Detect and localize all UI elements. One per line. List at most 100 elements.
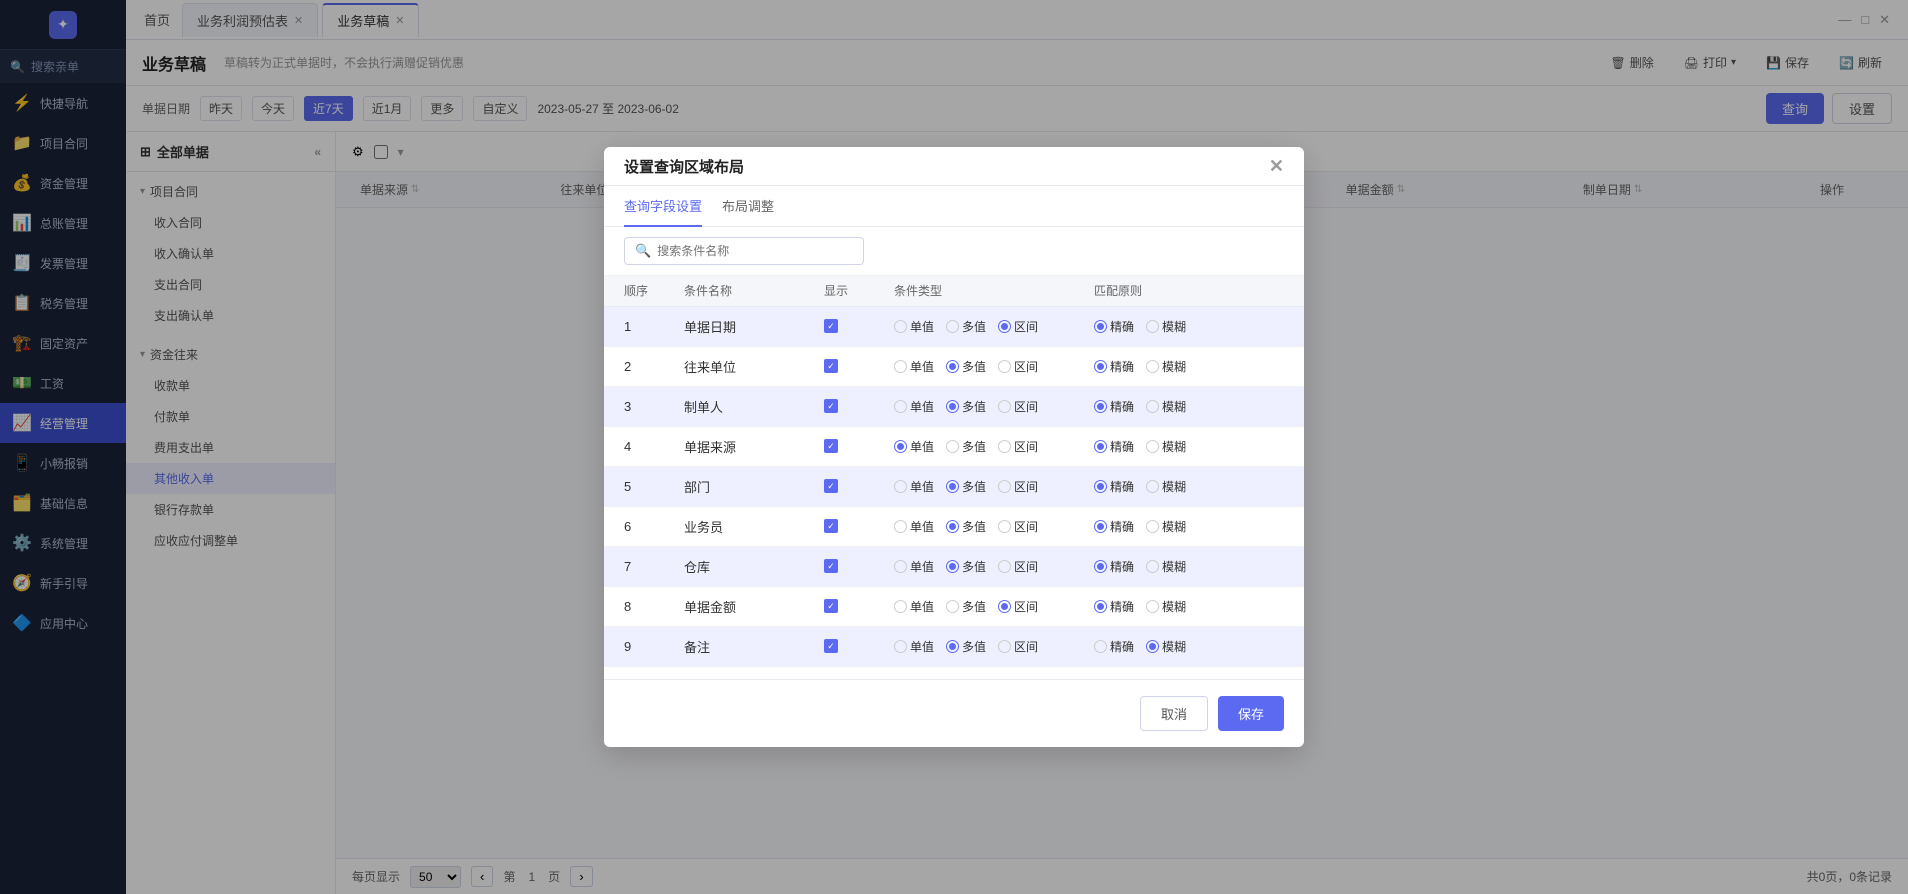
radio-exact-4[interactable]: 精确 xyxy=(1094,438,1134,455)
radio-range-4[interactable]: 区间 xyxy=(998,438,1038,455)
row-show[interactable]: ✓ xyxy=(824,439,894,453)
radio-fuzzy-circle-3 xyxy=(1146,400,1159,413)
row-show[interactable]: ✓ xyxy=(824,479,894,493)
radio-exact-8[interactable]: 精确 xyxy=(1094,598,1134,615)
radio-range-8[interactable]: 区间 xyxy=(998,598,1038,615)
radio-single-circle-6 xyxy=(894,520,907,533)
radio-fuzzy-9[interactable]: 模糊 xyxy=(1146,638,1186,655)
radio-multi-6[interactable]: 多值 xyxy=(946,518,986,535)
show-checkbox-6[interactable]: ✓ xyxy=(824,519,838,533)
modal-overlay: 设置查询区域布局 ✕ 查询字段设置 布局调整 🔍 顺序 条件名称 xyxy=(0,0,1908,894)
radio-fuzzy-circle-8 xyxy=(1146,600,1159,613)
dialog-close-button[interactable]: ✕ xyxy=(1269,156,1284,177)
radio-range-7[interactable]: 区间 xyxy=(998,558,1038,575)
radio-multi-1[interactable]: 多值 xyxy=(946,318,986,335)
radio-single-5[interactable]: 单值 xyxy=(894,478,934,495)
radio-range-6[interactable]: 区间 xyxy=(998,518,1038,535)
radio-range-1[interactable]: 区间 xyxy=(998,318,1038,335)
row-name: 单据来源 xyxy=(684,437,824,456)
radio-exact-7[interactable]: 精确 xyxy=(1094,558,1134,575)
dialog-search-area: 🔍 xyxy=(604,227,1304,276)
radio-range-circle-5 xyxy=(998,480,1011,493)
radio-fuzzy-7[interactable]: 模糊 xyxy=(1146,558,1186,575)
radio-fuzzy-6[interactable]: 模糊 xyxy=(1146,518,1186,535)
row-type: 单值 多值 区间 xyxy=(894,318,1094,335)
show-checkbox-5[interactable]: ✓ xyxy=(824,479,838,493)
table-row: 10 单据编号 单值 多值 xyxy=(604,667,1304,679)
radio-exact-3[interactable]: 精确 xyxy=(1094,398,1134,415)
radio-single-7[interactable]: 单值 xyxy=(894,558,934,575)
radio-fuzzy-5[interactable]: 模糊 xyxy=(1146,478,1186,495)
row-match: 精确 模糊 xyxy=(1094,598,1294,615)
radio-fuzzy-8[interactable]: 模糊 xyxy=(1146,598,1186,615)
dialog-tab-layout-settings[interactable]: 布局调整 xyxy=(722,186,774,227)
radio-exact-9[interactable]: 精确 xyxy=(1094,638,1134,655)
row-show[interactable]: ✓ xyxy=(824,319,894,333)
radio-single-9[interactable]: 单值 xyxy=(894,638,934,655)
radio-multi-9[interactable]: 多值 xyxy=(946,638,986,655)
show-checkbox-4[interactable]: ✓ xyxy=(824,439,838,453)
row-show[interactable]: ✓ xyxy=(824,559,894,573)
radio-multi-8[interactable]: 多值 xyxy=(946,598,986,615)
row-show[interactable]: ✓ xyxy=(824,399,894,413)
radio-multi-circle-7 xyxy=(946,560,959,573)
radio-multi-circle-5 xyxy=(946,480,959,493)
table-row: 2 往来单位 ✓ 单值 多值 xyxy=(604,347,1304,387)
radio-exact-1[interactable]: 精确 xyxy=(1094,318,1134,335)
row-show[interactable]: ✓ xyxy=(824,599,894,613)
radio-fuzzy-4[interactable]: 模糊 xyxy=(1146,438,1186,455)
radio-multi-2[interactable]: 多值 xyxy=(946,358,986,375)
show-checkbox-3[interactable]: ✓ xyxy=(824,399,838,413)
radio-fuzzy-3[interactable]: 模糊 xyxy=(1146,398,1186,415)
dialog-tab-field-settings[interactable]: 查询字段设置 xyxy=(624,186,702,227)
radio-range-3[interactable]: 区间 xyxy=(998,398,1038,415)
radio-single-circle-7 xyxy=(894,560,907,573)
radio-multi-7[interactable]: 多值 xyxy=(946,558,986,575)
radio-range-circle-7 xyxy=(998,560,1011,573)
table-row: 8 单据金额 ✓ 单值 多值 xyxy=(604,587,1304,627)
show-checkbox-7[interactable]: ✓ xyxy=(824,559,838,573)
radio-fuzzy-circle-1 xyxy=(1146,320,1159,333)
row-order: 4 xyxy=(624,439,684,454)
dialog-search-input[interactable] xyxy=(657,244,853,258)
radio-single-3[interactable]: 单值 xyxy=(894,398,934,415)
row-type: 单值 多值 区间 xyxy=(894,638,1094,655)
show-checkbox-2[interactable]: ✓ xyxy=(824,359,838,373)
radio-fuzzy-1[interactable]: 模糊 xyxy=(1146,318,1186,335)
radio-multi-3[interactable]: 多值 xyxy=(946,398,986,415)
radio-exact-2[interactable]: 精确 xyxy=(1094,358,1134,375)
show-checkbox-1[interactable]: ✓ xyxy=(824,319,838,333)
show-checkbox-8[interactable]: ✓ xyxy=(824,599,838,613)
show-checkbox-9[interactable]: ✓ xyxy=(824,639,838,653)
dialog-footer: 取消 保存 xyxy=(604,679,1304,747)
radio-range-5[interactable]: 区间 xyxy=(998,478,1038,495)
radio-single-2[interactable]: 单值 xyxy=(894,358,934,375)
radio-exact-5[interactable]: 精确 xyxy=(1094,478,1134,495)
row-type: 单值 多值 区间 xyxy=(894,478,1094,495)
radio-multi-5[interactable]: 多值 xyxy=(946,478,986,495)
radio-single-8[interactable]: 单值 xyxy=(894,598,934,615)
row-match: 精确 模糊 xyxy=(1094,478,1294,495)
row-match: 精确 模糊 xyxy=(1094,438,1294,455)
dialog-save-button[interactable]: 保存 xyxy=(1218,696,1284,731)
radio-exact-6[interactable]: 精确 xyxy=(1094,518,1134,535)
row-name: 单据日期 xyxy=(684,317,824,336)
radio-single-4[interactable]: 单值 xyxy=(894,438,934,455)
table-row: 3 制单人 ✓ 单值 多值 xyxy=(604,387,1304,427)
row-order: 6 xyxy=(624,519,684,534)
dialog-tabs: 查询字段设置 布局调整 xyxy=(604,186,1304,227)
radio-fuzzy-2[interactable]: 模糊 xyxy=(1146,358,1186,375)
radio-single-1[interactable]: 单值 xyxy=(894,318,934,335)
row-show[interactable]: ✓ xyxy=(824,519,894,533)
radio-single-circle-8 xyxy=(894,600,907,613)
radio-multi-4[interactable]: 多值 xyxy=(946,438,986,455)
radio-single-6[interactable]: 单值 xyxy=(894,518,934,535)
radio-range-9[interactable]: 区间 xyxy=(998,638,1038,655)
row-show[interactable]: ✓ xyxy=(824,359,894,373)
row-name: 部门 xyxy=(684,477,824,496)
radio-range-2[interactable]: 区间 xyxy=(998,358,1038,375)
row-order: 9 xyxy=(624,639,684,654)
dialog-cancel-button[interactable]: 取消 xyxy=(1140,696,1208,731)
radio-range-circle-1 xyxy=(998,320,1011,333)
row-show[interactable]: ✓ xyxy=(824,639,894,653)
